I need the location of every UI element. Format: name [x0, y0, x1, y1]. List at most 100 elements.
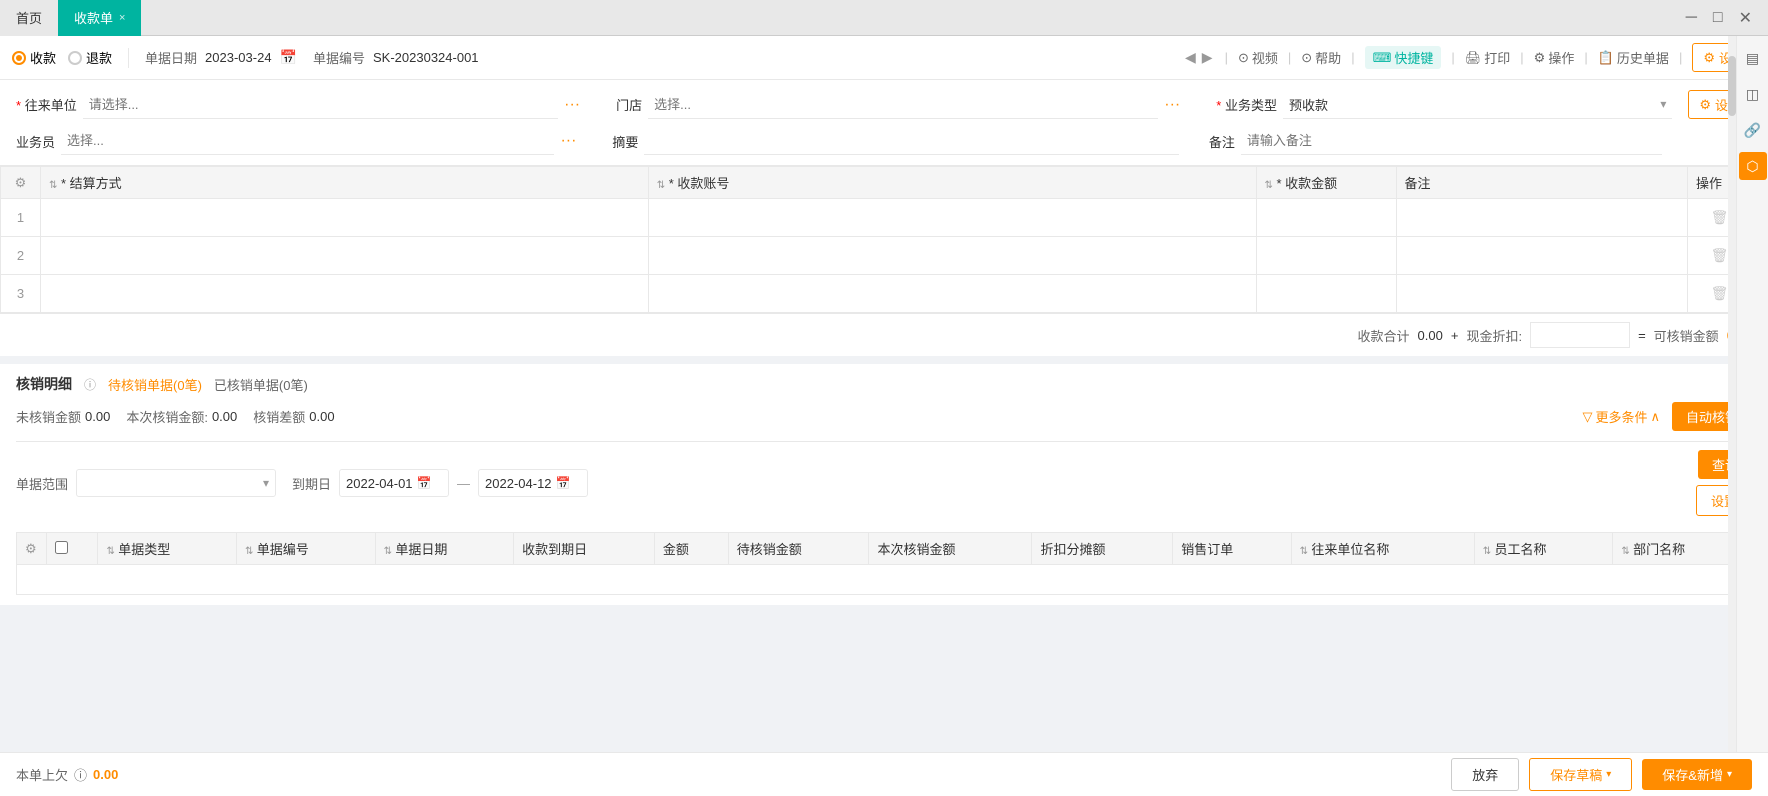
cell-remark-2[interactable] [1396, 237, 1688, 275]
sidebar-icon-3[interactable]: 🔗 [1739, 116, 1767, 144]
print-link[interactable]: 🖨 打印 [1465, 48, 1511, 67]
footer-info-icon[interactable]: ⓘ [74, 765, 87, 784]
tab-home[interactable]: 首页 [0, 0, 58, 36]
business-type-field: * 业务类型 预收款 ▾ [1216, 91, 1672, 119]
prev-arrow[interactable]: ◀ [1183, 49, 1198, 66]
plus-sign: + [1451, 328, 1459, 343]
radio-tuiquan-dot [68, 51, 82, 65]
bottom-table-header-row: ⚙ ⇅ 单据类型 ⇅ 单据编号 ⇅ 单据日期 收款到期日 [17, 533, 1752, 565]
sidebar-icon-4[interactable]: ⬡ [1739, 152, 1767, 180]
help-link[interactable]: ⊙ 帮助 [1301, 48, 1341, 67]
save-new-label: 保存&新增 [1662, 765, 1723, 784]
date-to-input[interactable]: 2022-04-12 📅 [478, 469, 588, 497]
date-from-input[interactable]: 2022-04-01 📅 [339, 469, 449, 497]
radio-shouquan-dot [12, 51, 26, 65]
counterpart-more-btn[interactable]: ··· [558, 96, 586, 114]
cell-remark-3[interactable] [1396, 275, 1688, 313]
footer-value: 0.00 [93, 767, 118, 782]
cell-settlement-3[interactable] [41, 275, 649, 313]
diff-value: 0.00 [309, 409, 334, 424]
tab-close-icon[interactable]: × [119, 12, 125, 24]
shortcut-icon: ⌨ [1373, 50, 1392, 66]
sort-icon2: ⇅ [657, 180, 665, 191]
date-separator: — [457, 476, 470, 491]
sep2: | [1288, 50, 1291, 65]
staff-label: 业务员 [16, 132, 61, 151]
scrollbar-thumb[interactable] [1728, 56, 1736, 116]
sep4: | [1451, 50, 1454, 65]
cell-remark-1[interactable] [1396, 199, 1688, 237]
table-row: 2 🗑 ⧉ [1, 237, 1768, 275]
business-type-select[interactable]: 预收款 ▾ [1283, 91, 1672, 119]
cell-amount-1[interactable] [1256, 199, 1396, 237]
video-label: 视频 [1252, 48, 1278, 67]
staff-more-btn[interactable]: ··· [554, 132, 582, 150]
video-link[interactable]: ⊙ 视频 [1238, 48, 1278, 67]
doc-no-label: 单据编号 [313, 48, 365, 67]
table-gear-icon[interactable]: ⚙ [15, 175, 27, 190]
unchecked-stat: 未核销金额 0.00 [16, 407, 110, 426]
range-select[interactable]: ▾ [76, 469, 276, 497]
sort-icon-bt1: ⇅ [106, 546, 114, 557]
cell-account-2[interactable] [648, 237, 1256, 275]
this-time-label: 本次核销金额: [126, 407, 208, 426]
pending-tab[interactable]: 待核销单据(0笔) [108, 375, 202, 394]
history-link[interactable]: 📋 历史单据 [1598, 48, 1669, 67]
counterpart-input[interactable] [83, 91, 558, 119]
store-input[interactable] [648, 91, 1158, 119]
hexiao-info-icon[interactable]: ⓘ [84, 376, 96, 393]
doc-date-group: 单据日期 2023-03-24 📅 [145, 48, 297, 67]
table-gear-icon-2[interactable]: ⚙ [25, 541, 37, 556]
save-draft-button[interactable]: 保存草稿 ▾ [1529, 758, 1632, 791]
delete-icon-2[interactable]: 🗑 [1711, 247, 1729, 264]
close-btn[interactable]: ✕ [1735, 8, 1756, 28]
delete-icon-3[interactable]: 🗑 [1711, 285, 1729, 302]
staff-input[interactable] [61, 127, 554, 155]
discount-input[interactable] [1530, 322, 1630, 348]
cell-account-3[interactable] [648, 275, 1256, 313]
more-conditions-link[interactable]: ▽ 更多条件 ∧ [1582, 407, 1660, 426]
cell-settlement-2[interactable] [41, 237, 649, 275]
th-pending-amount: 待核销金额 [728, 533, 869, 565]
shortcut-link[interactable]: ⌨ 快捷键 [1365, 46, 1442, 69]
available-label: 可核销金额 [1654, 326, 1719, 345]
this-time-value: 0.00 [212, 409, 237, 424]
date-from-value: 2022-04-01 [346, 476, 413, 491]
cell-amount-2[interactable] [1256, 237, 1396, 275]
delete-icon-1[interactable]: 🗑 [1711, 209, 1729, 226]
tab-bar: 首页 收款单 × ─ □ ✕ [0, 0, 1768, 36]
form-row-1: * 往来单位 ··· 门店 ··· * 业务类型 预收款 ▾ ⚙ [16, 90, 1752, 119]
next-arrow[interactable]: ▶ [1200, 49, 1215, 66]
due-date-label: 到期日 [292, 474, 331, 493]
store-more-btn[interactable]: ··· [1158, 96, 1186, 114]
remark-input[interactable] [1241, 127, 1662, 155]
actions-icon: ⚙ [1534, 50, 1546, 66]
radio-shouquan[interactable]: 收款 [12, 48, 56, 67]
radio-tuiquan[interactable]: 退款 [68, 48, 112, 67]
summary-input[interactable] [644, 127, 1178, 155]
footer: 本单上欠 ⓘ 0.00 放弃 保存草稿 ▾ 保存&新增 ▾ [0, 752, 1768, 796]
cell-settlement-1[interactable] [41, 199, 649, 237]
summary-label: 摘要 [612, 132, 644, 151]
select-all-checkbox[interactable] [55, 541, 68, 554]
done-tab[interactable]: 已核销单据(0笔) [214, 375, 308, 394]
sidebar-icon-1[interactable]: ▤ [1739, 44, 1767, 72]
save-new-button[interactable]: 保存&新增 ▾ [1642, 759, 1752, 790]
tab-active[interactable]: 收款单 × [58, 0, 141, 36]
cell-account-1[interactable] [648, 199, 1256, 237]
divider-1 [128, 48, 129, 68]
sep3: | [1351, 50, 1354, 65]
th-settlement: ⇅ * 结算方式 [41, 167, 649, 199]
help-icon: ⊙ [1301, 50, 1312, 66]
calendar-icon[interactable]: 📅 [280, 49, 297, 66]
actions-link[interactable]: ⚙ 操作 [1534, 48, 1575, 67]
abandon-button[interactable]: 放弃 [1451, 758, 1519, 791]
th-sales-order: 销售订单 [1173, 533, 1291, 565]
th-this-time-amount: 本次核销金额 [869, 533, 1032, 565]
sidebar-icon-2[interactable]: ◫ [1739, 80, 1767, 108]
minimize-btn[interactable]: ─ [1682, 9, 1701, 27]
doc-date-value: 2023-03-24 [205, 50, 272, 65]
right-sidebar: ▤ ◫ 🔗 ⬡ [1736, 36, 1768, 752]
cell-amount-3[interactable] [1256, 275, 1396, 313]
maximize-btn[interactable]: □ [1709, 9, 1727, 27]
